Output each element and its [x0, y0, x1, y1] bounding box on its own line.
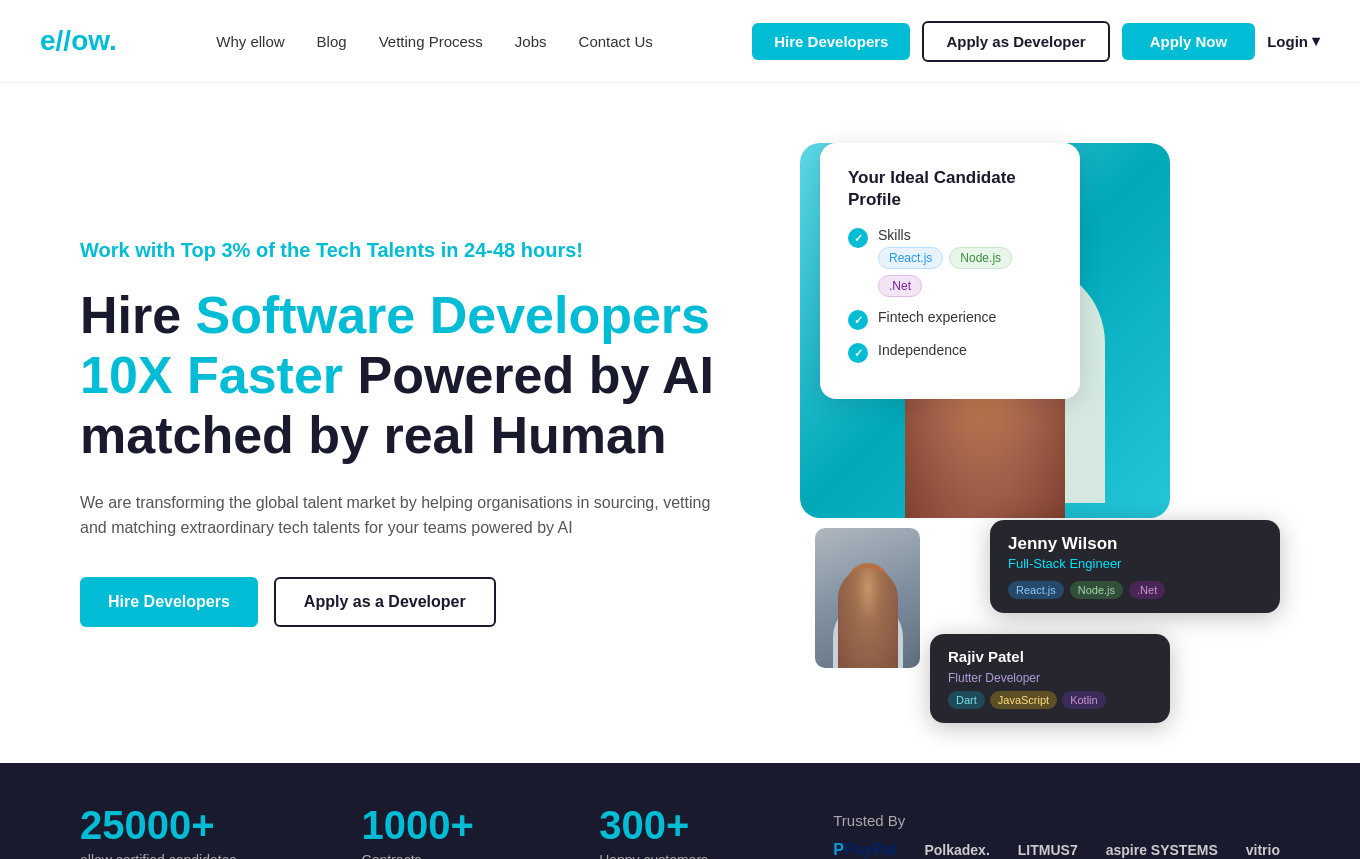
nav-jobs[interactable]: Jobs: [515, 33, 547, 50]
nav-actions: Hire Developers Apply as Developer Apply…: [752, 21, 1320, 62]
stats-bar: 25000+ ellow certified candidates 1000+ …: [0, 763, 1360, 859]
hire-developers-hero-button[interactable]: Hire Developers: [80, 577, 258, 627]
skills-tags: React.js Node.js .Net: [878, 247, 1052, 297]
apply-now-nav-button[interactable]: Apply Now: [1122, 23, 1256, 60]
jenny-wilson-card: Jenny Wilson Full-Stack Engineer React.j…: [990, 520, 1280, 613]
apply-as-developer-hero-button[interactable]: Apply as a Developer: [274, 577, 496, 627]
nav-why-ellow[interactable]: Why ellow: [216, 33, 284, 50]
stat-customers-number: 300+: [599, 803, 708, 848]
apply-as-developer-nav-button[interactable]: Apply as Developer: [922, 21, 1109, 62]
fintech-check-icon: [848, 310, 868, 330]
rajiv-tags: Dart JavaScript Kotlin: [948, 691, 1152, 709]
litmus7-logo: LITMUS7: [1018, 842, 1078, 858]
nav-links: Why ellow Blog Vetting Process Jobs Cont…: [216, 33, 653, 50]
nav-contact-us[interactable]: Contact Us: [579, 33, 653, 50]
skills-label: Skills: [878, 227, 1052, 243]
hero-left: Work with Top 3% of the Tech Talents in …: [80, 239, 800, 627]
trusted-by-section: Trusted By PPayPal Polkadex. LITMUS7 asp…: [833, 812, 1280, 859]
logo-llow: //ow.: [56, 25, 117, 56]
skills-item: Skills React.js Node.js .Net: [848, 227, 1052, 297]
tag-nodejs: Node.js: [949, 247, 1012, 269]
hero-h1-10x: 10X Faster: [80, 346, 343, 404]
stat-customers: 300+ Happy customers: [599, 803, 708, 859]
paypal-logo: PPayPal: [833, 841, 896, 859]
nav-blog[interactable]: Blog: [317, 33, 347, 50]
hero-right: Your Ideal Candidate Profile Skills Reac…: [800, 143, 1280, 723]
aspire-logo: aspire SYSTEMS: [1106, 842, 1218, 858]
jenny-tag-dotnet: .Net: [1129, 581, 1165, 599]
rajiv-tag-javascript: JavaScript: [990, 691, 1057, 709]
fintech-item: Fintech experience: [848, 309, 1052, 330]
trusted-by-label: Trusted By: [833, 812, 1280, 829]
fintech-label: Fintech experience: [878, 309, 996, 325]
stat-customers-label: Happy customers: [599, 852, 708, 859]
hero-description: We are transforming the global talent ma…: [80, 490, 740, 541]
stat-contracts: 1000+ Contracts: [362, 803, 474, 859]
rajiv-photo: [815, 528, 920, 668]
rajiv-head: [846, 563, 890, 607]
trusted-logos: PPayPal Polkadex. LITMUS7 aspire SYSTEMS…: [833, 841, 1280, 859]
stat-candidates-label: ellow certified candidates: [80, 852, 236, 859]
tag-reactjs: React.js: [878, 247, 943, 269]
rajiv-patel-card: Rajiv Patel Flutter Developer Dart JavaS…: [930, 634, 1170, 723]
tag-dotnet: .Net: [878, 275, 922, 297]
hire-developers-nav-button[interactable]: Hire Developers: [752, 23, 910, 60]
rajiv-tag-dart: Dart: [948, 691, 985, 709]
rajiv-name: Rajiv Patel: [948, 648, 1152, 665]
hero-tagline: Work with Top 3% of the Tech Talents in …: [80, 239, 800, 262]
independence-check-icon: [848, 343, 868, 363]
nav-vetting-process[interactable]: Vetting Process: [379, 33, 483, 50]
stat-candidates-number: 25000+: [80, 803, 236, 848]
hero-section: Work with Top 3% of the Tech Talents in …: [0, 83, 1360, 763]
stat-contracts-label: Contracts: [362, 852, 474, 859]
stat-contracts-number: 1000+: [362, 803, 474, 848]
rajiv-tag-kotlin: Kotlin: [1062, 691, 1106, 709]
jenny-role: Full-Stack Engineer: [1008, 556, 1262, 571]
independence-item: Independence: [848, 342, 1052, 363]
jenny-tags: React.js Node.js .Net: [1008, 581, 1262, 599]
hero-h1-part1: Hire: [80, 286, 196, 344]
jenny-tag-reactjs: React.js: [1008, 581, 1064, 599]
skills-check-icon: [848, 228, 868, 248]
hero-h1-cyan: Software Developers: [196, 286, 710, 344]
jenny-tag-nodejs: Node.js: [1070, 581, 1123, 599]
login-button[interactable]: Login ▾: [1267, 32, 1320, 50]
vitrio-logo: vitrio: [1246, 842, 1280, 858]
independence-label: Independence: [878, 342, 967, 358]
logo-e: e: [40, 25, 56, 56]
hero-heading: Hire Software Developers 10X Faster Powe…: [80, 286, 800, 465]
rajiv-role: Flutter Developer: [948, 671, 1152, 685]
navigation: e//ow. Why ellow Blog Vetting Process Jo…: [0, 0, 1360, 83]
stat-candidates: 25000+ ellow certified candidates: [80, 803, 236, 859]
chevron-down-icon: ▾: [1312, 32, 1320, 50]
candidate-profile-card: Your Ideal Candidate Profile Skills Reac…: [820, 143, 1080, 399]
polkadex-logo: Polkadex.: [924, 842, 989, 858]
hero-buttons: Hire Developers Apply as a Developer: [80, 577, 800, 627]
rajiv-body: [833, 602, 903, 668]
jenny-name: Jenny Wilson: [1008, 534, 1262, 554]
candidate-card-title: Your Ideal Candidate Profile: [848, 167, 1052, 211]
logo[interactable]: e//ow.: [40, 25, 117, 57]
